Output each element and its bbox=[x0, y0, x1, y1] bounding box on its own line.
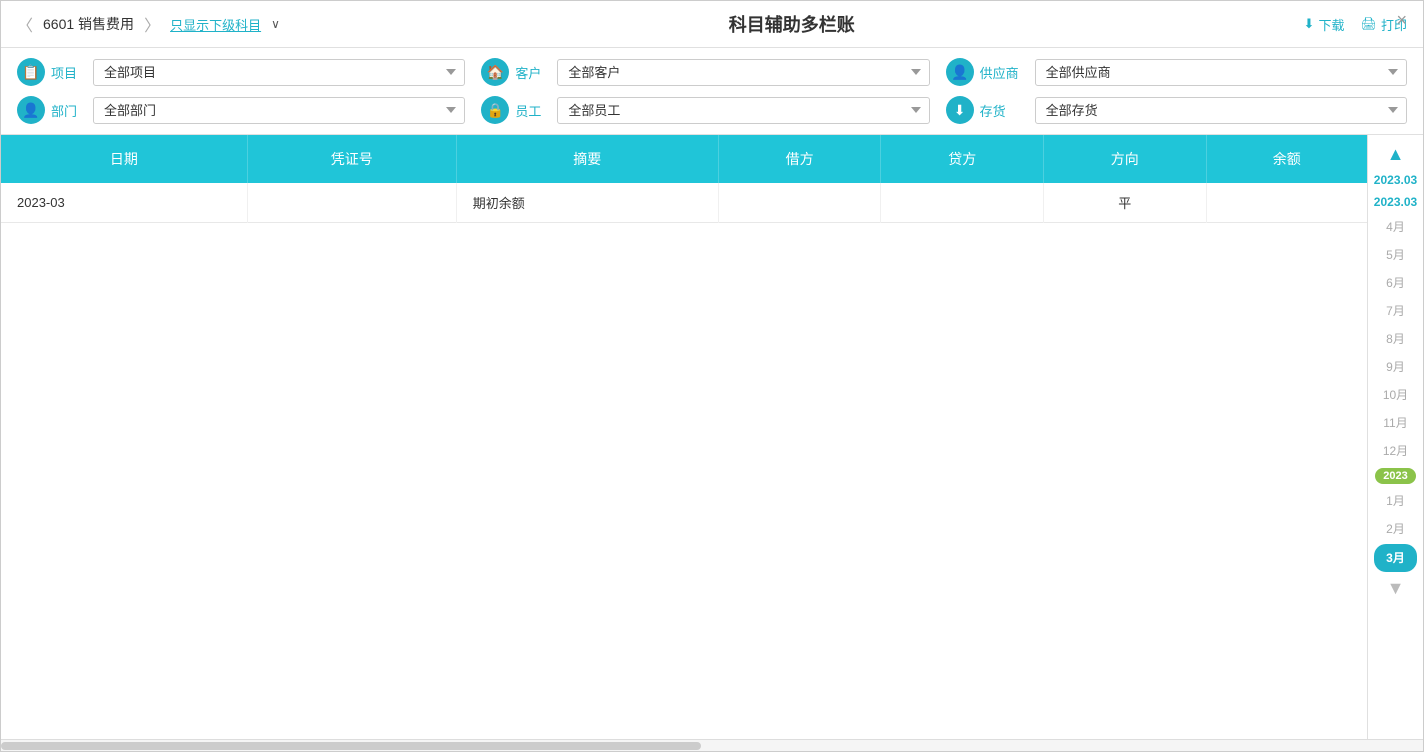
show-sub-dropdown-icon[interactable]: ∨ bbox=[271, 17, 280, 31]
supplier-label-text: 供应商 bbox=[980, 63, 1019, 82]
supplier-select[interactable]: 全部供应商 bbox=[1035, 59, 1407, 86]
filter-customer-label: 🏠 客户 bbox=[481, 58, 541, 86]
scrollbar-thumb[interactable] bbox=[1, 742, 701, 750]
cell-date: 2023-03 bbox=[1, 183, 247, 223]
filter-department-label: 👤 部门 bbox=[17, 96, 77, 124]
inventory-label-text: 存货 bbox=[980, 101, 1006, 120]
cell-summary: 期初余额 bbox=[456, 183, 718, 223]
table-header-row: 日期 凭证号 摘要 借方 贷方 方向 余额 bbox=[1, 135, 1367, 183]
prev-arrow[interactable]: 〈 bbox=[17, 12, 33, 36]
download-icon: ⬇ bbox=[1304, 16, 1315, 32]
filter-project-label: 📋 项目 bbox=[17, 58, 77, 86]
sidebar-month-10[interactable]: 10月 bbox=[1368, 381, 1423, 409]
sidebar-month-8[interactable]: 8月 bbox=[1368, 325, 1423, 353]
inventory-icon: ⬇ bbox=[946, 96, 974, 124]
inventory-select[interactable]: 全部存货 bbox=[1035, 97, 1407, 124]
col-direction: 方向 bbox=[1043, 135, 1206, 183]
department-label-text: 部门 bbox=[51, 101, 77, 120]
department-select-wrapper: 全部部门 bbox=[93, 97, 465, 124]
sidebar-month-2[interactable]: 2月 bbox=[1368, 515, 1423, 543]
bottom-scrollbar[interactable] bbox=[1, 739, 1423, 751]
page-title: 科目辅助多栏账 bbox=[290, 11, 1294, 37]
filter-area: 📋 项目 全部项目 🏠 客户 全部客户 👤 供应商 全部供应商 bbox=[1, 48, 1423, 135]
project-label-text: 项目 bbox=[51, 63, 77, 82]
sidebar-header-1[interactable]: 2023.03 bbox=[1368, 169, 1423, 191]
toolbar-right: ⬇ 下载 🖨 打印 bbox=[1304, 15, 1407, 34]
sidebar-month-3-current[interactable]: 3月 bbox=[1374, 544, 1417, 572]
download-button[interactable]: ⬇ 下载 bbox=[1304, 15, 1345, 34]
cell-balance bbox=[1206, 183, 1367, 223]
sidebar-month-11[interactable]: 11月 bbox=[1368, 409, 1423, 437]
sidebar-month-4[interactable]: 4月 bbox=[1368, 213, 1423, 241]
employee-select-wrapper: 全部员工 bbox=[557, 97, 929, 124]
inventory-select-wrapper: 全部存货 bbox=[1035, 97, 1407, 124]
customer-select-wrapper: 全部客户 bbox=[557, 59, 929, 86]
sidebar-up-arrow[interactable]: ▲ bbox=[1378, 139, 1414, 169]
cell-credit bbox=[881, 183, 1044, 223]
print-icon: 🖨 bbox=[1360, 16, 1377, 32]
sidebar-month-5[interactable]: 5月 bbox=[1368, 241, 1423, 269]
supplier-select-wrapper: 全部供应商 bbox=[1035, 59, 1407, 86]
supplier-icon: 👤 bbox=[946, 58, 974, 86]
cell-direction: 平 bbox=[1043, 183, 1206, 223]
table-container[interactable]: 日期 凭证号 摘要 借方 贷方 方向 余额 2023-03 期初余额 平 bbox=[1, 135, 1367, 739]
content-area: 日期 凭证号 摘要 借方 贷方 方向 余额 2023-03 期初余额 平 bbox=[1, 135, 1423, 739]
cell-debit bbox=[718, 183, 881, 223]
sidebar-month-7[interactable]: 7月 bbox=[1368, 297, 1423, 325]
ledger-table: 日期 凭证号 摘要 借方 贷方 方向 余额 2023-03 期初余额 平 bbox=[1, 135, 1367, 223]
project-select[interactable]: 全部项目 bbox=[93, 59, 465, 86]
next-arrow[interactable]: 〉 bbox=[144, 12, 160, 36]
sidebar-month-9[interactable]: 9月 bbox=[1368, 353, 1423, 381]
close-button[interactable]: × bbox=[1396, 11, 1407, 29]
col-balance: 余额 bbox=[1206, 135, 1367, 183]
filter-supplier-label: 👤 供应商 bbox=[946, 58, 1019, 86]
show-sub-label[interactable]: 只显示下级科目 bbox=[170, 15, 261, 34]
employee-label-text: 员工 bbox=[515, 101, 541, 120]
col-voucher: 凭证号 bbox=[247, 135, 456, 183]
department-select[interactable]: 全部部门 bbox=[93, 97, 465, 124]
sidebar-month-6[interactable]: 6月 bbox=[1368, 269, 1423, 297]
download-label: 下载 bbox=[1318, 15, 1344, 34]
sidebar-header-2[interactable]: 2023.03 bbox=[1368, 191, 1423, 213]
cell-voucher bbox=[247, 183, 456, 223]
sidebar-year-badge[interactable]: 2023 bbox=[1375, 468, 1415, 484]
filter-employee-label: 🔒 员工 bbox=[481, 96, 541, 124]
customer-select[interactable]: 全部客户 bbox=[557, 59, 929, 86]
col-credit: 贷方 bbox=[881, 135, 1044, 183]
col-summary: 摘要 bbox=[456, 135, 718, 183]
employee-select[interactable]: 全部员工 bbox=[557, 97, 929, 124]
filter-inventory-label: ⬇ 存货 bbox=[946, 96, 1019, 124]
col-debit: 借方 bbox=[718, 135, 881, 183]
right-sidebar: ▲ 2023.03 2023.03 4月 5月 6月 7月 8月 9月 10月 … bbox=[1367, 135, 1423, 739]
sidebar-month-1[interactable]: 1月 bbox=[1368, 487, 1423, 515]
customer-label-text: 客户 bbox=[515, 63, 541, 82]
col-date: 日期 bbox=[1, 135, 247, 183]
sidebar-down-arrow[interactable]: ▼ bbox=[1378, 573, 1414, 603]
project-select-wrapper: 全部项目 bbox=[93, 59, 465, 86]
main-window: 〈 6601 销售费用 〉 只显示下级科目 ∨ 科目辅助多栏账 ⬇ 下载 🖨 打… bbox=[0, 0, 1424, 752]
employee-icon: 🔒 bbox=[481, 96, 509, 124]
sidebar-month-12[interactable]: 12月 bbox=[1368, 437, 1423, 465]
customer-icon: 🏠 bbox=[481, 58, 509, 86]
department-icon: 👤 bbox=[17, 96, 45, 124]
table-row[interactable]: 2023-03 期初余额 平 bbox=[1, 183, 1367, 223]
account-code: 6601 销售费用 bbox=[43, 14, 134, 34]
project-icon: 📋 bbox=[17, 58, 45, 86]
top-bar: 〈 6601 销售费用 〉 只显示下级科目 ∨ 科目辅助多栏账 ⬇ 下载 🖨 打… bbox=[1, 1, 1423, 48]
